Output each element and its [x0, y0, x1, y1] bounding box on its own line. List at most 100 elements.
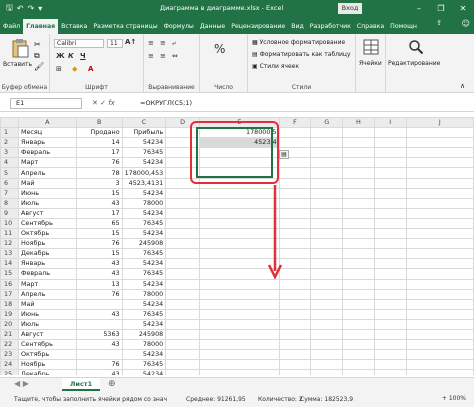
cell[interactable] — [310, 328, 344, 341]
fx-button[interactable]: fx — [108, 99, 115, 107]
cell[interactable] — [405, 288, 474, 300]
cell[interactable] — [310, 177, 344, 189]
row-header[interactable]: 23 — [0, 349, 19, 361]
sheet-tab-list1[interactable]: Лист1 — [62, 378, 101, 391]
italic-icon[interactable]: К — [68, 52, 74, 60]
cell[interactable]: Декабрь — [17, 369, 77, 375]
cell[interactable] — [373, 298, 407, 310]
cell[interactable] — [310, 258, 344, 270]
cell[interactable]: 5363 — [75, 328, 123, 341]
cell[interactable] — [405, 197, 474, 209]
row-header[interactable]: 19 — [0, 308, 19, 320]
cell[interactable] — [342, 298, 375, 310]
row-header[interactable]: 7 — [0, 187, 19, 199]
borders-icon[interactable]: ⊞ — [56, 65, 62, 73]
cell[interactable] — [198, 328, 280, 341]
tab-data[interactable]: Данные — [197, 19, 228, 34]
cell[interactable] — [342, 318, 375, 330]
cell[interactable] — [310, 318, 344, 330]
cell[interactable]: Март — [17, 157, 77, 169]
cell[interactable] — [373, 187, 407, 199]
row-header[interactable]: 16 — [0, 278, 19, 290]
cell[interactable] — [342, 359, 375, 371]
row-header[interactable]: 12 — [0, 238, 19, 250]
cell[interactable] — [342, 308, 375, 320]
cell[interactable] — [405, 258, 474, 270]
cell[interactable]: 43 — [75, 197, 123, 209]
cell[interactable]: 76345 — [121, 359, 167, 371]
cell[interactable] — [165, 238, 200, 250]
cell[interactable] — [310, 187, 344, 199]
cell[interactable] — [198, 308, 280, 320]
cell[interactable] — [75, 298, 123, 310]
cell[interactable] — [342, 197, 375, 209]
sheet-nav-icon[interactable]: ◀ ▶ — [14, 379, 29, 388]
cell[interactable]: 65 — [75, 217, 123, 230]
align-middle-icon[interactable]: ≡ — [160, 39, 166, 47]
cell[interactable]: Июль — [17, 318, 77, 330]
tab-view[interactable]: Вид — [288, 19, 307, 34]
cell[interactable]: 245908 — [121, 238, 167, 250]
align-top-icon[interactable]: ≡ — [148, 39, 154, 47]
cell[interactable] — [405, 167, 474, 179]
cell[interactable]: 4523,4131 — [121, 177, 167, 189]
cell[interactable] — [405, 238, 474, 250]
cell[interactable] — [165, 217, 200, 230]
cell[interactable] — [165, 268, 200, 280]
cell[interactable]: Март — [17, 278, 77, 290]
cell[interactable]: Апрель — [17, 288, 77, 300]
cell[interactable]: 78 — [75, 167, 123, 179]
cell[interactable]: Ноябрь — [17, 238, 77, 250]
cut-icon[interactable]: ✂ — [34, 40, 41, 49]
tab-page-layout[interactable]: Разметка страницы — [90, 19, 160, 34]
cell[interactable] — [373, 258, 407, 270]
cell[interactable] — [310, 157, 344, 169]
cell[interactable]: 15 — [75, 228, 123, 240]
column-header[interactable]: F — [278, 117, 312, 129]
cell-styles-button[interactable]: ▣ Стили ячеек — [252, 63, 299, 70]
cell[interactable]: 54234 — [121, 228, 167, 240]
cell[interactable]: Июнь — [17, 187, 77, 199]
row-header[interactable]: 14 — [0, 258, 19, 270]
font-name-select[interactable]: Calibri — [54, 39, 104, 48]
row-header[interactable]: 22 — [0, 339, 19, 351]
row-header[interactable]: 9 — [0, 207, 19, 219]
cell[interactable]: 76 — [75, 238, 123, 250]
save-icon[interactable]: 🖫 — [6, 2, 13, 16]
column-header[interactable]: B — [75, 117, 123, 129]
cell[interactable]: 76345 — [121, 268, 167, 280]
column-header[interactable]: G — [310, 117, 344, 129]
cell[interactable] — [405, 127, 474, 139]
cell[interactable] — [342, 369, 375, 375]
cell[interactable]: Январь — [17, 137, 77, 149]
cell[interactable]: 54234 — [121, 157, 167, 169]
cell[interactable] — [342, 207, 375, 219]
redo-icon[interactable]: ↷ — [28, 4, 35, 13]
select-all-corner[interactable] — [0, 117, 19, 129]
tab-home[interactable]: Главная — [23, 19, 59, 34]
cells-icon[interactable] — [363, 39, 379, 55]
row-header[interactable]: 3 — [0, 147, 19, 159]
cell[interactable]: 43 — [75, 369, 123, 375]
cell[interactable] — [75, 318, 123, 330]
cell[interactable] — [342, 187, 375, 199]
collapse-ribbon-icon[interactable]: ∧ — [460, 82, 465, 90]
cell[interactable] — [405, 298, 474, 310]
cell[interactable] — [278, 127, 312, 139]
copy-icon[interactable]: ⧉ — [34, 51, 40, 61]
cell[interactable] — [342, 288, 375, 300]
cell[interactable] — [165, 359, 200, 371]
enter-icon[interactable]: ✓ — [100, 99, 106, 107]
cell[interactable]: 78000 — [121, 339, 167, 351]
column-header[interactable]: C — [121, 117, 167, 129]
cell[interactable]: 54234 — [121, 369, 167, 375]
cell[interactable]: 43 — [75, 268, 123, 280]
cell[interactable]: 13 — [75, 278, 123, 290]
cell[interactable] — [165, 339, 200, 351]
cell[interactable]: 43 — [75, 308, 123, 320]
cell[interactable] — [342, 258, 375, 270]
cell[interactable] — [373, 217, 407, 230]
cell[interactable] — [373, 369, 407, 375]
close-button[interactable]: ✕ — [452, 0, 474, 17]
cell[interactable] — [278, 308, 312, 320]
